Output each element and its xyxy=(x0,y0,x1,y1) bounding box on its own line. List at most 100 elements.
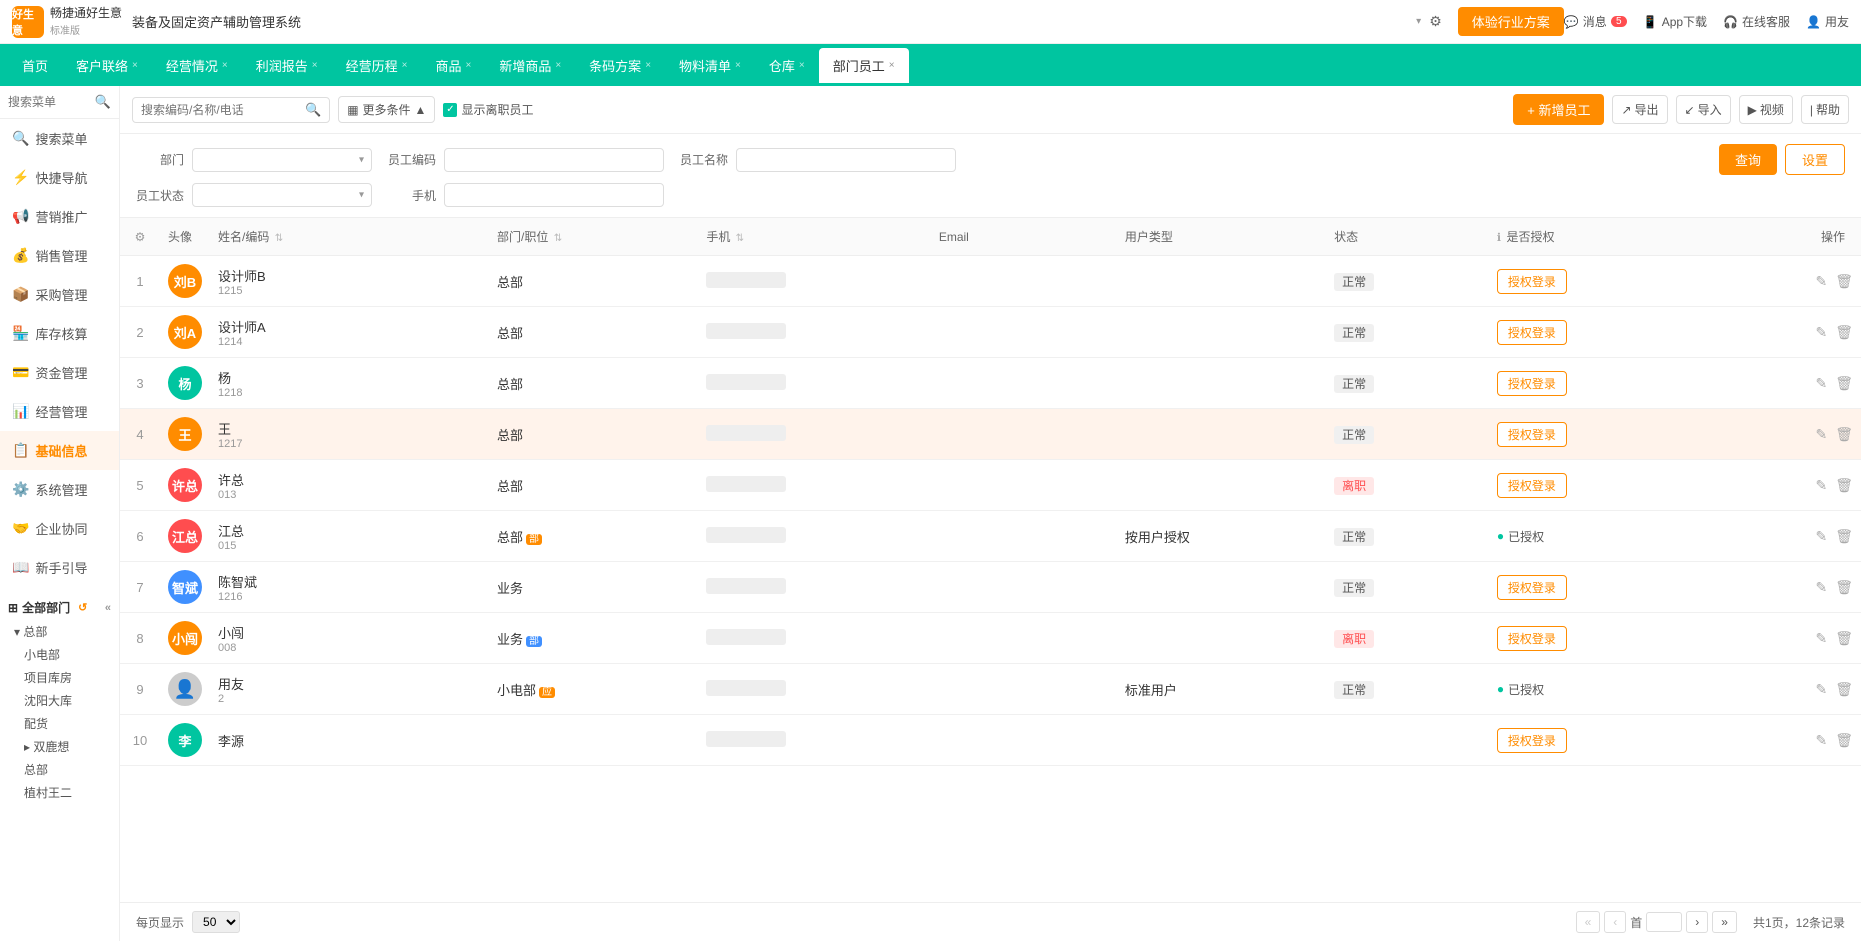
phone-input[interactable] xyxy=(444,183,664,207)
page-input[interactable]: 1 xyxy=(1646,912,1682,932)
gear-icon[interactable]: ⚙ xyxy=(1429,13,1442,30)
dept-collapse-icon[interactable]: « xyxy=(105,602,111,614)
sidebar-item[interactable]: 📋基础信息 xyxy=(0,431,119,470)
th-settings[interactable]: ⚙ xyxy=(120,218,160,256)
page-size-select[interactable]: 50 xyxy=(192,911,240,933)
add-employee-btn[interactable]: + 新增员工 xyxy=(1513,94,1604,125)
dept-node[interactable]: ▸ 双鹿想 xyxy=(8,735,111,758)
dept-node[interactable]: 小电部 xyxy=(8,643,111,666)
message-action[interactable]: 💬 消息 5 xyxy=(1564,13,1627,30)
sidebar-item[interactable]: 🤝企业协同 xyxy=(0,509,119,548)
nav-tab[interactable]: 客户联络× xyxy=(62,48,152,83)
empname-input[interactable] xyxy=(736,148,956,172)
dept-select-wrap[interactable] xyxy=(192,148,372,172)
dept-node[interactable]: 沈阳大库 xyxy=(8,689,111,712)
edit-icon[interactable]: ✎ xyxy=(1815,630,1827,647)
query-btn[interactable]: 查询 xyxy=(1719,144,1777,175)
delete-icon[interactable]: 🗑 xyxy=(1835,681,1853,698)
auth-btn[interactable]: 授权登录 xyxy=(1497,422,1567,447)
close-tab-icon[interactable]: × xyxy=(132,60,138,71)
close-tab-icon[interactable]: × xyxy=(402,60,408,71)
delete-icon[interactable]: 🗑 xyxy=(1835,732,1853,749)
close-tab-icon[interactable]: × xyxy=(645,60,651,71)
delete-icon[interactable]: 🗑 xyxy=(1835,324,1853,341)
sidebar-search-input[interactable] xyxy=(8,95,91,109)
dept-node[interactable]: ▾ 总部 xyxy=(8,620,111,643)
online-service-action[interactable]: 🎧 在线客服 xyxy=(1723,13,1790,30)
dept-node[interactable]: 项目库房 xyxy=(8,666,111,689)
close-tab-icon[interactable]: × xyxy=(465,60,471,71)
dept-select[interactable] xyxy=(192,148,372,172)
empcode-input[interactable] xyxy=(444,148,664,172)
phone-sort-icon[interactable]: ⇅ xyxy=(736,233,744,244)
close-tab-icon[interactable]: × xyxy=(222,60,228,71)
edit-icon[interactable]: ✎ xyxy=(1815,426,1827,443)
close-tab-icon[interactable]: × xyxy=(312,60,318,71)
import-btn[interactable]: ↙ 导入 xyxy=(1676,95,1731,124)
edit-icon[interactable]: ✎ xyxy=(1815,579,1827,596)
close-tab-icon[interactable]: × xyxy=(555,60,561,71)
close-tab-icon[interactable]: × xyxy=(799,60,805,71)
dept-node[interactable]: 配货 xyxy=(8,712,111,735)
auth-btn[interactable]: 授权登录 xyxy=(1497,320,1567,345)
name-sort-icon[interactable]: ⇅ xyxy=(275,233,283,244)
auth-btn[interactable]: 授权登录 xyxy=(1497,575,1567,600)
nav-tab[interactable]: 仓库× xyxy=(755,48,819,83)
sidebar-item[interactable]: 📖新手引导 xyxy=(0,548,119,587)
sidebar-item[interactable]: 📦采购管理 xyxy=(0,275,119,314)
more-filter-btn[interactable]: ▦ 更多条件 ▲ xyxy=(338,96,435,123)
empstatus-select[interactable] xyxy=(192,183,372,207)
app-download-action[interactable]: 📱 App下载 xyxy=(1643,13,1707,30)
sidebar-item[interactable]: 💰销售管理 xyxy=(0,236,119,275)
nav-tab[interactable]: 首页 xyxy=(8,48,62,83)
system-dropdown-arrow[interactable]: ▾ xyxy=(1416,16,1421,27)
sidebar-item[interactable]: ⚙️系统管理 xyxy=(0,470,119,509)
close-tab-icon[interactable]: × xyxy=(735,60,741,71)
edit-icon[interactable]: ✎ xyxy=(1815,732,1827,749)
first-page-btn[interactable]: « xyxy=(1576,911,1601,933)
nav-tab[interactable]: 经营情况× xyxy=(152,48,242,83)
edit-icon[interactable]: ✎ xyxy=(1815,273,1827,290)
auth-btn[interactable]: 授权登录 xyxy=(1497,626,1567,651)
last-page-btn[interactable]: » xyxy=(1712,911,1737,933)
empstatus-select-wrap[interactable] xyxy=(192,183,372,207)
dept-sort-icon[interactable]: ⇅ xyxy=(554,233,562,244)
search-box[interactable]: 🔍 xyxy=(132,97,330,123)
export-btn[interactable]: ↗ 导出 xyxy=(1612,95,1667,124)
delete-icon[interactable]: 🗑 xyxy=(1835,477,1853,494)
user-action[interactable]: 👤 用友 xyxy=(1806,13,1849,30)
sidebar-item[interactable]: 📢营销推广 xyxy=(0,197,119,236)
prev-page-btn[interactable]: ‹ xyxy=(1604,911,1626,933)
sidebar-item[interactable]: ⚡快捷导航 xyxy=(0,158,119,197)
nav-tab[interactable]: 条码方案× xyxy=(575,48,665,83)
sidebar-item[interactable]: 📊经营管理 xyxy=(0,392,119,431)
sidebar-item[interactable]: 🏪库存核算 xyxy=(0,314,119,353)
delete-icon[interactable]: 🗑 xyxy=(1835,426,1853,443)
nav-tab[interactable]: 新增商品× xyxy=(485,48,575,83)
show-resigned-toggle[interactable]: ✓ 显示离职员工 xyxy=(443,101,533,118)
sidebar-search-area[interactable]: 🔍 xyxy=(0,86,119,119)
set-btn[interactable]: 设置 xyxy=(1785,144,1845,175)
delete-icon[interactable]: 🗑 xyxy=(1835,273,1853,290)
dept-refresh-icon[interactable]: ↺ xyxy=(78,601,87,614)
edit-icon[interactable]: ✎ xyxy=(1815,477,1827,494)
sidebar-item[interactable]: 💳资金管理 xyxy=(0,353,119,392)
nav-tab[interactable]: 部门员工× xyxy=(819,48,909,83)
delete-icon[interactable]: 🗑 xyxy=(1835,375,1853,392)
view-btn[interactable]: ▶ 视频 xyxy=(1739,95,1793,124)
experience-btn[interactable]: 体验行业方案 xyxy=(1458,7,1564,36)
dept-node[interactable]: 植村王二 xyxy=(8,781,111,804)
auth-btn[interactable]: 授权登录 xyxy=(1497,269,1567,294)
nav-tab[interactable]: 物料清单× xyxy=(665,48,755,83)
close-tab-icon[interactable]: × xyxy=(889,60,895,71)
nav-tab[interactable]: 经营历程× xyxy=(332,48,422,83)
next-page-btn[interactable]: › xyxy=(1686,911,1708,933)
auth-btn[interactable]: 授权登录 xyxy=(1497,371,1567,396)
delete-icon[interactable]: 🗑 xyxy=(1835,630,1853,647)
auth-btn-resigned[interactable]: 授权登录 xyxy=(1497,473,1567,498)
dept-node[interactable]: 总部 xyxy=(8,758,111,781)
auth-btn[interactable]: 授权登录 xyxy=(1497,728,1567,753)
help-btn[interactable]: | 帮助 xyxy=(1801,95,1849,124)
nav-tab[interactable]: 利润报告× xyxy=(242,48,332,83)
sidebar-item[interactable]: 🔍搜索菜单 xyxy=(0,119,119,158)
